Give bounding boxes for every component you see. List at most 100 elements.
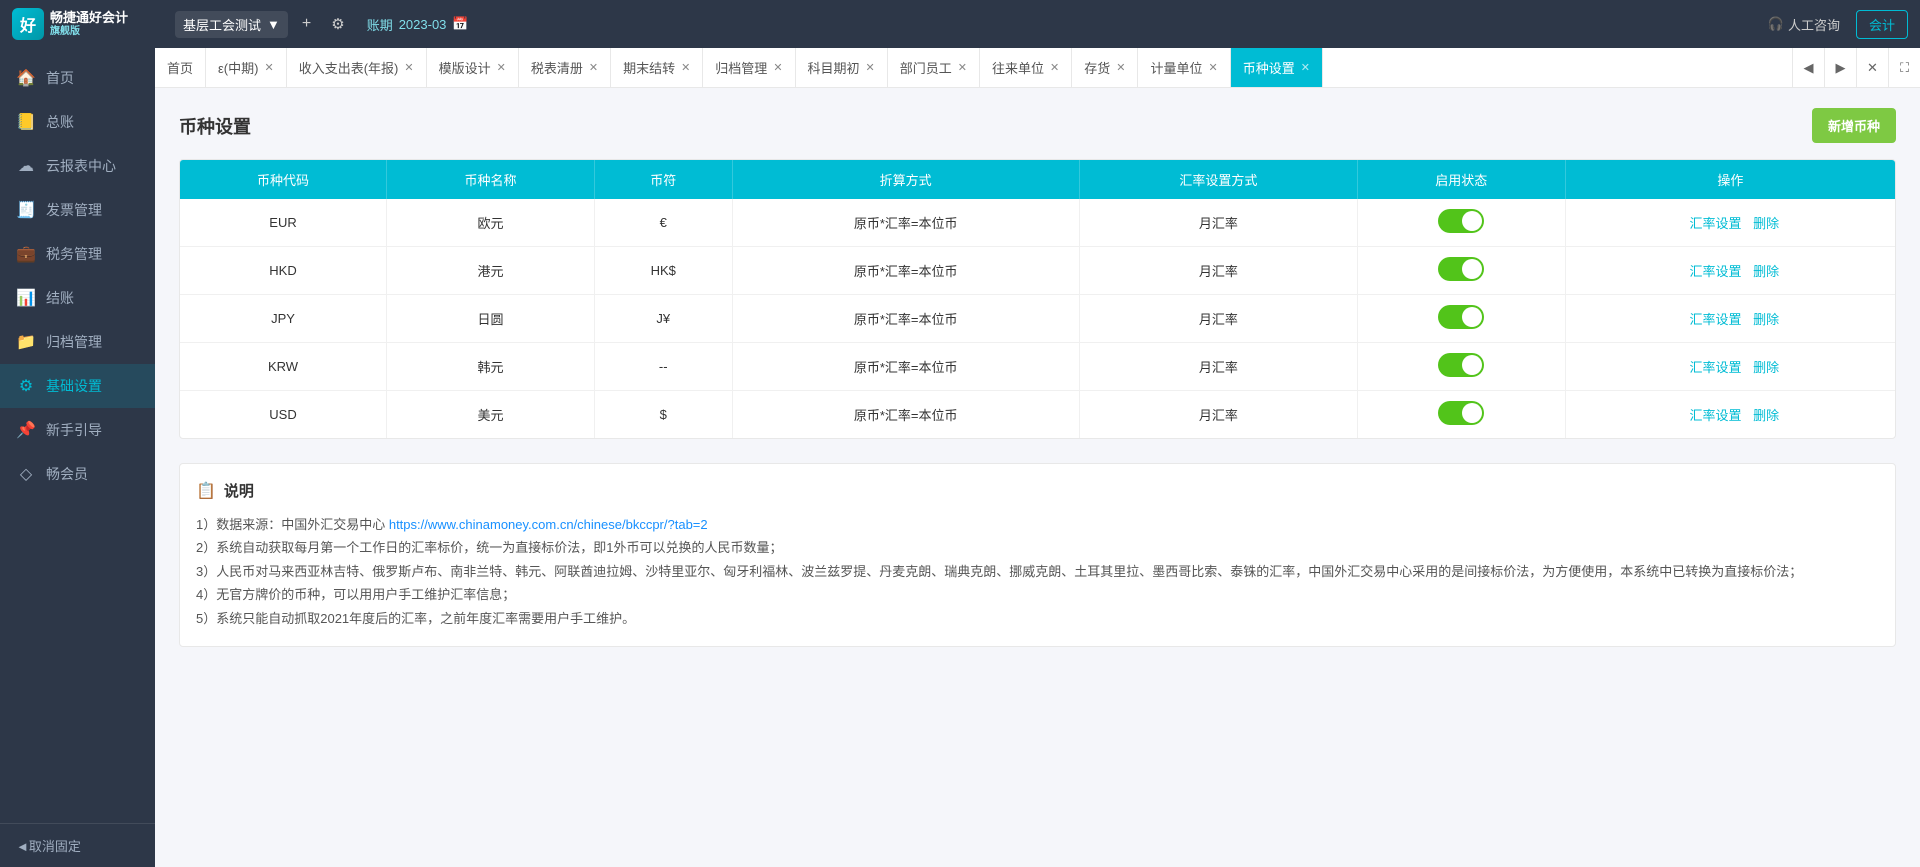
cloud-icon: ☁ xyxy=(16,156,36,176)
pin-label: ◄取消固定 xyxy=(16,836,81,855)
tab-period[interactable]: ε(中期) ✕ xyxy=(206,48,287,88)
col-symbol: 币符 xyxy=(594,160,732,199)
tab-close-icon[interactable]: ✕ xyxy=(1116,61,1125,74)
company-selector[interactable]: 基层工会测试 ▼ xyxy=(175,11,288,38)
tab-close-icon[interactable]: ✕ xyxy=(681,61,690,74)
cell-enabled xyxy=(1357,343,1565,391)
tab-next-button[interactable]: ▶ xyxy=(1824,48,1856,88)
sidebar-item-reports[interactable]: ☁ 云报表中心 xyxy=(0,144,155,188)
tab-label: 科目期初 xyxy=(808,58,860,77)
cell-rate-method: 月汇率 xyxy=(1079,247,1357,295)
rate-settings-link[interactable]: 汇率设置 xyxy=(1690,216,1742,231)
tab-unit[interactable]: 计量单位 ✕ xyxy=(1138,48,1230,88)
enabled-toggle[interactable] xyxy=(1438,257,1484,281)
tab-prev-button[interactable]: ◀ xyxy=(1792,48,1824,88)
content-area: 首页 ε(中期) ✕ 收入支出表(年报) ✕ 模版设计 ✕ 税表清册 ✕ xyxy=(155,48,1920,867)
delete-link[interactable]: 删除 xyxy=(1753,264,1779,279)
sidebar-pin-toggle[interactable]: ◄取消固定 xyxy=(0,823,155,867)
calendar-icon[interactable]: 📅 xyxy=(452,16,468,32)
sidebar-item-invoice[interactable]: 🧾 发票管理 xyxy=(0,188,155,232)
sidebar-item-home[interactable]: 🏠 首页 xyxy=(0,56,155,100)
tab-subject-init[interactable]: 科目期初 ✕ xyxy=(796,48,888,88)
tab-label: 模版设计 xyxy=(439,58,491,77)
sidebar-item-checkout[interactable]: 📊 结账 xyxy=(0,276,155,320)
tab-close-icon[interactable]: ✕ xyxy=(1050,61,1059,74)
tab-close-icon[interactable]: ✕ xyxy=(1208,61,1217,74)
sidebar-item-ledger[interactable]: 📒 总账 xyxy=(0,100,155,144)
help-button[interactable]: 🎧 人工咨询 xyxy=(1760,11,1848,38)
cell-symbol: J¥ xyxy=(594,295,732,343)
delete-link[interactable]: 删除 xyxy=(1753,312,1779,327)
table-header-row: 币种代码 币种名称 币符 折算方式 汇率设置方式 启用状态 操作 xyxy=(180,160,1895,199)
add-tab-button[interactable]: + xyxy=(296,11,317,37)
enabled-toggle[interactable] xyxy=(1438,401,1484,425)
note-item: 1）数据来源：中国外汇交易中心 https://www.chinamoney.c… xyxy=(196,513,1879,536)
home-icon: 🏠 xyxy=(16,68,36,88)
tab-close-icon[interactable]: ✕ xyxy=(404,61,413,74)
notes-title-text: 说明 xyxy=(224,480,254,501)
tab-template[interactable]: 模版设计 ✕ xyxy=(427,48,519,88)
notes-icon: 📋 xyxy=(196,481,216,501)
sidebar-item-tax[interactable]: 💼 税务管理 xyxy=(0,232,155,276)
table-row: KRW 韩元 -- 原币*汇率=本位币 月汇率 汇率设置 删除 xyxy=(180,343,1895,391)
tab-close-icon[interactable]: ✕ xyxy=(866,61,875,74)
tab-label: 部门员工 xyxy=(900,58,952,77)
tab-home[interactable]: 首页 xyxy=(155,48,206,88)
notes-list: 1）数据来源：中国外汇交易中心 https://www.chinamoney.c… xyxy=(196,513,1879,630)
tab-period-end[interactable]: 期末结转 ✕ xyxy=(611,48,703,88)
rate-settings-link[interactable]: 汇率设置 xyxy=(1690,264,1742,279)
company-name: 基层工会测试 xyxy=(183,15,261,34)
tab-close-icon[interactable]: ✕ xyxy=(589,61,598,74)
tab-archive[interactable]: 归档管理 ✕ xyxy=(703,48,795,88)
tab-close-icon[interactable]: ✕ xyxy=(497,61,506,74)
cell-enabled xyxy=(1357,247,1565,295)
tab-close-icon[interactable]: ✕ xyxy=(773,61,782,74)
notes-section: 📋 说明 1）数据来源：中国外汇交易中心 https://www.chinamo… xyxy=(179,463,1896,647)
tab-department[interactable]: 部门员工 ✕ xyxy=(888,48,980,88)
tab-label: 往来单位 xyxy=(992,58,1044,77)
tab-annual-report[interactable]: 收入支出表(年报) ✕ xyxy=(287,48,427,88)
sidebar-item-label: 畅会员 xyxy=(46,464,88,484)
enabled-toggle[interactable] xyxy=(1438,305,1484,329)
enabled-toggle[interactable] xyxy=(1438,209,1484,233)
enabled-toggle[interactable] xyxy=(1438,353,1484,377)
sidebar-item-settings[interactable]: ⚙ 基础设置 xyxy=(0,364,155,408)
cell-code: EUR xyxy=(180,199,387,247)
rate-settings-link[interactable]: 汇率设置 xyxy=(1690,408,1742,423)
app-logo: 好 畅捷通好会计 旗舰版 xyxy=(12,8,167,40)
cell-actions: 汇率设置 删除 xyxy=(1565,343,1895,391)
tab-fullscreen-button[interactable]: ⛶ xyxy=(1888,48,1920,88)
tab-contacts[interactable]: 往来单位 ✕ xyxy=(980,48,1072,88)
notes-link[interactable]: https://www.chinamoney.com.cn/chinese/bk… xyxy=(389,517,708,532)
tab-inventory[interactable]: 存货 ✕ xyxy=(1072,48,1138,88)
account-button[interactable]: 会计 xyxy=(1856,10,1908,39)
tab-close-icon[interactable]: ✕ xyxy=(958,61,967,74)
period-value: 2023-03 xyxy=(399,17,447,32)
delete-link[interactable]: 删除 xyxy=(1753,408,1779,423)
cell-actions: 汇率设置 删除 xyxy=(1565,391,1895,439)
sidebar-item-member[interactable]: ◇ 畅会员 xyxy=(0,452,155,496)
tab-close-icon[interactable]: ✕ xyxy=(264,61,273,74)
cell-symbol: -- xyxy=(594,343,732,391)
tab-close-all-button[interactable]: ✕ xyxy=(1856,48,1888,88)
tab-label: 计量单位 xyxy=(1150,58,1202,77)
new-currency-button[interactable]: 新增币种 xyxy=(1812,108,1896,143)
rate-settings-link[interactable]: 汇率设置 xyxy=(1690,360,1742,375)
invoice-icon: 🧾 xyxy=(16,200,36,220)
sidebar-item-label: 首页 xyxy=(46,68,74,88)
delete-link[interactable]: 删除 xyxy=(1753,216,1779,231)
sidebar-item-label: 发票管理 xyxy=(46,200,102,220)
cell-calc: 原币*汇率=本位币 xyxy=(732,391,1079,439)
tab-tax-table[interactable]: 税表清册 ✕ xyxy=(519,48,611,88)
sidebar-item-guide[interactable]: 📌 新手引导 xyxy=(0,408,155,452)
tab-currency[interactable]: 币种设置 ✕ xyxy=(1231,48,1323,88)
topbar: 好 畅捷通好会计 旗舰版 基层工会测试 ▼ + ⚙ 账期 2023-03 📅 🎧… xyxy=(0,0,1920,48)
tab-close-icon[interactable]: ✕ xyxy=(1301,61,1310,74)
delete-link[interactable]: 删除 xyxy=(1753,360,1779,375)
settings-button[interactable]: ⚙ xyxy=(325,11,350,37)
cell-symbol: HK$ xyxy=(594,247,732,295)
sidebar-item-archive[interactable]: 📁 归档管理 xyxy=(0,320,155,364)
cell-actions: 汇率设置 删除 xyxy=(1565,295,1895,343)
table-row: HKD 港元 HK$ 原币*汇率=本位币 月汇率 汇率设置 删除 xyxy=(180,247,1895,295)
rate-settings-link[interactable]: 汇率设置 xyxy=(1690,312,1742,327)
